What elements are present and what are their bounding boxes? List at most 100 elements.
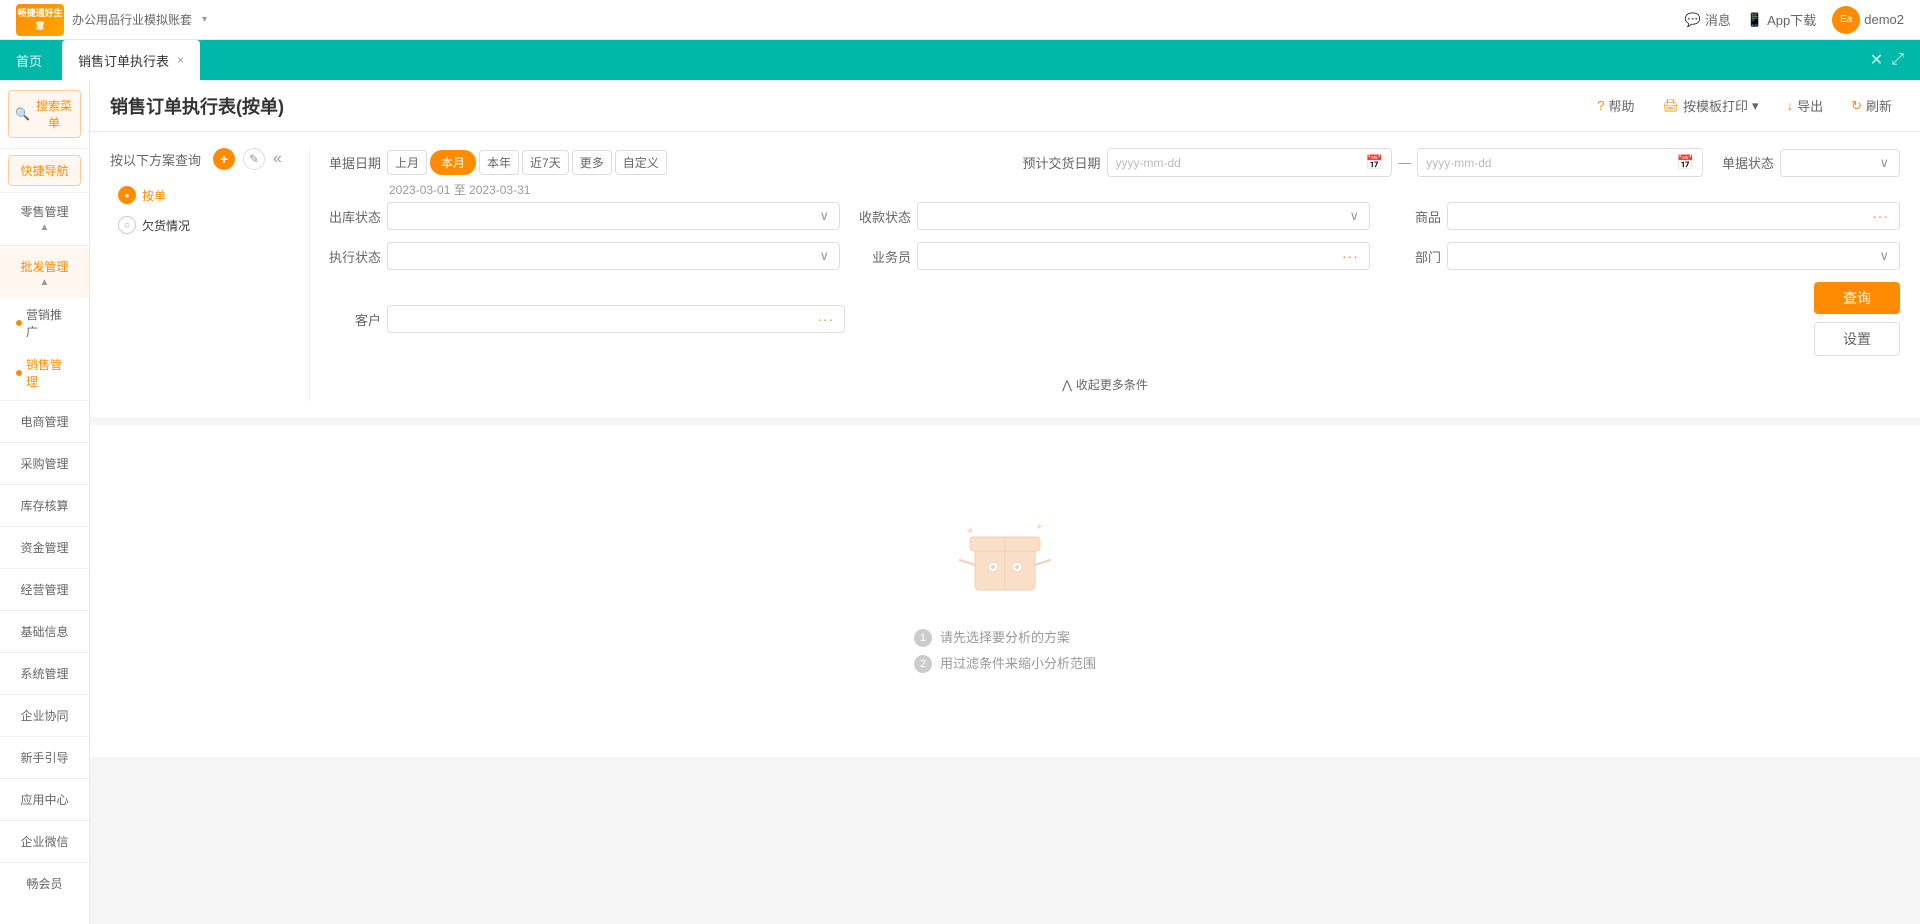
tab-close-icon[interactable]: × [177, 53, 184, 67]
window-expand-icon[interactable]: ⤢ [1891, 51, 1904, 69]
sidebar-divider-11 [0, 778, 89, 779]
refresh-button[interactable]: ↻ 刷新 [1843, 92, 1900, 119]
hint-text-2: 用过滤条件来缩小分析范围 [940, 651, 1096, 677]
filter-row3: 执行状态 ∨ 业务员 ··· [310, 242, 1900, 270]
payment-status-select[interactable]: ∨ [917, 202, 1370, 230]
edit-scheme-button[interactable]: ✎ [243, 148, 265, 170]
print-button[interactable]: 🖨 按模板打印 ▾ [1655, 92, 1767, 119]
app-download-button[interactable]: 📱 App下载 [1747, 10, 1816, 29]
doc-status-group: 单据状态 ∨ [1719, 148, 1900, 177]
app-download-icon: 📱 [1747, 12, 1763, 28]
member-label: 畅会员 [26, 875, 62, 892]
tab-home[interactable]: 首页 [0, 40, 58, 80]
quick-nav-section: 快捷导航 [0, 149, 89, 193]
message-button[interactable]: 💬 消息 [1685, 10, 1731, 29]
print-dropdown-icon[interactable]: ▾ [1752, 98, 1759, 114]
hint-text-1: 请先选择要分析的方案 [940, 625, 1070, 651]
user-profile[interactable]: Ea demo2 [1832, 6, 1904, 34]
search-menu-button[interactable]: 🔍 搜索菜单 [8, 90, 81, 138]
finance-label: 资金管理 [20, 539, 68, 556]
sidebar-item-wechat[interactable]: 企业微信 [0, 823, 89, 860]
customer-input[interactable]: ··· [387, 305, 845, 333]
sidebar-item-wholesale[interactable]: 批发管理 ▲ [0, 248, 89, 298]
tabbar: 首页 销售订单执行表 × ✕ ⤢ [0, 40, 1920, 80]
search-button[interactable]: 查询 [1814, 282, 1900, 314]
export-label: 导出 [1797, 96, 1823, 115]
app-dropdown-icon[interactable]: ▾ [202, 14, 207, 25]
sales-order-tab-label: 销售订单执行表 [78, 51, 169, 70]
custom-date-btn[interactable]: 自定义 [615, 150, 667, 175]
refresh-label: 刷新 [1866, 96, 1892, 115]
sidebar-divider-8 [0, 652, 89, 653]
export-button[interactable]: ↓ 导出 [1779, 92, 1832, 119]
refresh-icon: ↻ [1851, 98, 1862, 114]
sidebar-item-marketing[interactable]: 营销推广 [0, 298, 89, 348]
exec-status-select[interactable]: ∨ [387, 242, 840, 270]
salesperson-input[interactable]: ··· [917, 242, 1370, 270]
more-date-btn[interactable]: 更多 [572, 150, 612, 175]
message-icon: 💬 [1685, 12, 1701, 28]
dept-select[interactable]: ∨ [1447, 242, 1900, 270]
scheme-order-icon: ● [118, 186, 136, 204]
tab-sales-order[interactable]: 销售订单执行表 × [62, 40, 200, 80]
sidebar-item-finance[interactable]: 资金管理 [0, 529, 89, 566]
last-month-btn[interactable]: 上月 [387, 150, 427, 175]
sidebar-item-sales[interactable]: 销售管理 [0, 348, 89, 398]
collapse-panel-button[interactable]: « [273, 150, 282, 168]
ship-status-label: 出库状态 [326, 207, 381, 226]
expected-date-start[interactable]: yyyy-mm-dd 📅 [1107, 148, 1393, 177]
logo-text: 畅捷通好生意 [16, 7, 64, 32]
add-scheme-button[interactable]: + [213, 148, 235, 170]
filter-grid: 单据日期 上月 本月 本年 近7天 更多 自定义 2023-03-01 至 20… [310, 148, 1900, 198]
sidebar-item-operations[interactable]: 经营管理 [0, 571, 89, 608]
search-icon: 🔍 [15, 107, 30, 121]
sidebar-item-retail[interactable]: 零售管理 ▲ [0, 193, 89, 243]
expected-date-end[interactable]: yyyy-mm-dd 📅 [1417, 148, 1703, 177]
retail-label: 零售管理 [20, 203, 68, 220]
calendar-icon-end: 📅 [1677, 154, 1694, 171]
scheme-order[interactable]: ● 按单 [118, 182, 293, 208]
sidebar-item-member[interactable]: 畅会员 [0, 865, 89, 902]
sidebar-item-enterprise[interactable]: 企业协同 [0, 697, 89, 734]
filter-row4: 客户 ··· 查询 设置 [310, 282, 1900, 356]
sidebar-divider-2 [0, 400, 89, 401]
quick-nav-label: 快捷导航 [20, 162, 68, 179]
sidebar-item-newbie[interactable]: 新手引导 [0, 739, 89, 776]
enterprise-label: 企业协同 [20, 707, 68, 724]
collapse-more-label: 收起更多条件 [1076, 376, 1148, 393]
this-month-btn[interactable]: 本月 [430, 150, 476, 175]
sidebar-item-base[interactable]: 基础信息 [0, 613, 89, 650]
last-7-days-btn[interactable]: 近7天 [522, 150, 569, 175]
goods-input[interactable]: ··· [1447, 202, 1900, 230]
goods-group: 商品 ··· [1386, 202, 1900, 230]
sidebar-item-ecommerce[interactable]: 电商管理 [0, 403, 89, 440]
marketing-label: 营销推广 [26, 306, 73, 340]
export-icon: ↓ [1787, 98, 1794, 113]
this-year-btn[interactable]: 本年 [479, 150, 519, 175]
filter-right-panel: 单据日期 上月 本月 本年 近7天 更多 自定义 2023-03-01 至 20… [310, 148, 1900, 401]
sidebar-item-inventory[interactable]: 库存核算 [0, 487, 89, 524]
salesperson-label: 业务员 [856, 247, 911, 266]
main-layout: 🔍 搜索菜单 快捷导航 零售管理 ▲ 批发管理 ▲ 营销推广 销售管理 [0, 80, 1920, 924]
help-button[interactable]: ? 帮助 [1589, 92, 1642, 119]
window-close-icon[interactable]: ✕ [1870, 50, 1883, 70]
hint-num-1: 1 [914, 629, 932, 647]
sidebar-item-purchase[interactable]: 采购管理 [0, 445, 89, 482]
date-label: 单据日期 [326, 153, 381, 172]
date-separator: — [1398, 155, 1411, 170]
page-actions: ? 帮助 🖨 按模板打印 ▾ ↓ 导出 ↻ 刷新 [1589, 92, 1900, 119]
scheme-debt[interactable]: ○ 欠货情况 [118, 212, 293, 238]
quick-nav-button[interactable]: 快捷导航 [8, 155, 81, 186]
settings-button[interactable]: 设置 [1814, 322, 1900, 356]
filter-header: 按以下方案查询 + ✎ « [110, 148, 293, 170]
sidebar-item-system[interactable]: 系统管理 [0, 655, 89, 692]
empty-state: ✦ ✦ 1 请先选择要分析的方案 2 用过滤条件来缩小分析范围 [90, 425, 1920, 757]
sidebar-item-appstore[interactable]: 应用中心 [0, 781, 89, 818]
date-buttons: 上月 本月 本年 近7天 更多 自定义 [387, 150, 1007, 175]
ship-status-select[interactable]: ∨ [387, 202, 840, 230]
wholesale-arrow: ▲ [40, 277, 50, 288]
empty-hint-item-2: 2 用过滤条件来缩小分析范围 [914, 651, 1096, 677]
collapse-more-button[interactable]: ⋀ 收起更多条件 [1054, 368, 1156, 401]
doc-status-select[interactable]: ∨ [1780, 149, 1900, 177]
hint-num-2: 2 [914, 655, 932, 673]
